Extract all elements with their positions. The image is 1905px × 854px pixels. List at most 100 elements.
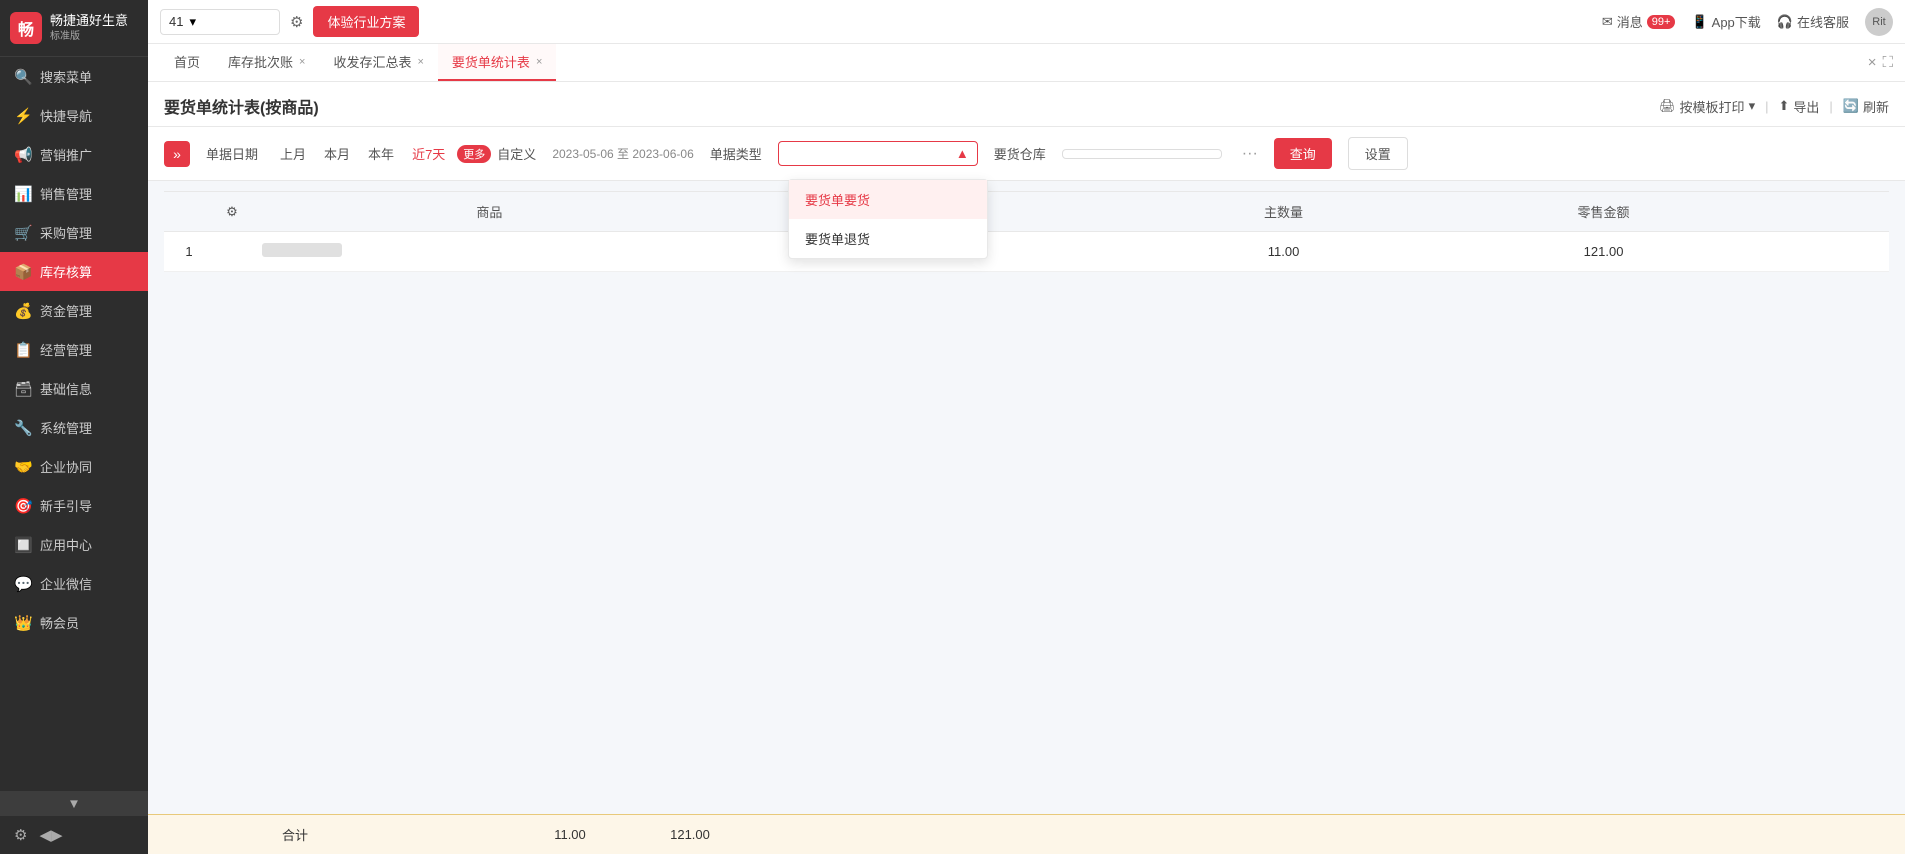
topbar: 41 ▾ ⚙ 体验行业方案 ✉ 消息 99+ 📱 App下载 🎧 在线客服 Ri… [148, 0, 1905, 44]
sidebar-item-label: 应用中心 [40, 535, 92, 554]
date-last7days-btn[interactable]: 近7天 [406, 142, 451, 165]
tab-summary[interactable]: 收发存汇总表 × [319, 44, 437, 81]
dropdown-option-order-goods[interactable]: 要货单要货 [789, 180, 987, 219]
col-header-settings: ⚙ [214, 192, 250, 232]
wechat-icon: 💬 [14, 575, 32, 593]
footer-amount: 121.00 [630, 827, 750, 842]
warehouse-label: 要货仓库 [994, 144, 1046, 163]
guide-icon: 🎯 [14, 497, 32, 515]
sidebar-item-label: 基础信息 [40, 379, 92, 398]
date-custom-btn[interactable]: 自定义 [497, 144, 536, 163]
filter-more-btn[interactable]: ··· [1242, 145, 1258, 163]
sidebar-item-apps[interactable]: 🔲应用中心 [0, 525, 148, 564]
sidebar-item-label: 快捷导航 [40, 106, 92, 125]
tab-batch[interactable]: 库存批次账 × [214, 44, 319, 81]
sidebar-item-operation[interactable]: 📋经营管理 [0, 330, 148, 369]
sidebar-item-label: 企业微信 [40, 574, 92, 593]
col-header-amount: 零售金额 [1429, 192, 1779, 232]
filter-settings-btn[interactable]: 设置 [1348, 137, 1408, 170]
sidebar-item-label: 经营管理 [40, 340, 92, 359]
dropdown-option-order-return[interactable]: 要货单退货 [789, 219, 987, 258]
filter-expand-btn[interactable]: » [164, 141, 190, 167]
sidebar-item-purchase[interactable]: 🛒采购管理 [0, 213, 148, 252]
main-content: 41 ▾ ⚙ 体验行业方案 ✉ 消息 99+ 📱 App下载 🎧 在线客服 Ri… [148, 0, 1905, 854]
expand-tabs-btn[interactable]: ⛶ [1882, 54, 1893, 71]
table-row: 1 块 11.00 121.00 [164, 232, 1889, 272]
vip-icon: 👑 [14, 614, 32, 632]
sidebar-item-vip[interactable]: 👑 畅会员 [0, 603, 148, 642]
page-title: 要货单统计表(按商品) [164, 94, 319, 118]
page-header: 要货单统计表(按商品) 🖨 按模板打印 ▾ | ⬆ 导出 | 🔄 刷新 [148, 82, 1905, 127]
sidebar-item-system[interactable]: 🔧系统管理 [0, 408, 148, 447]
app-download-item[interactable]: 📱 App下载 [1691, 12, 1760, 31]
sidebar-item-label: 新手引导 [40, 496, 92, 515]
sidebar-item-guide[interactable]: 🎯 新手引导 [0, 486, 148, 525]
finance-icon: 💰 [14, 302, 32, 320]
close-tab-summary[interactable]: × [417, 56, 423, 68]
sidebar-item-finance[interactable]: 💰资金管理 [0, 291, 148, 330]
col-header-qty: 主数量 [1139, 192, 1429, 232]
purchase-icon: 🛒 [14, 224, 32, 242]
date-group: 上月 本月 本年 近7天 更多 自定义 [274, 142, 536, 165]
tab-label-batch: 库存批次账 [228, 52, 293, 71]
close-tab-batch[interactable]: × [299, 56, 305, 68]
sidebar: 畅 畅捷通好生意 标准版 🔍 搜索菜单 ⚡ 快捷导航 📢营销推广 📊 销售管理 🛒采购管理… [0, 0, 148, 854]
sidebar-item-label: 企业协同 [40, 457, 92, 476]
refresh-btn[interactable]: 🔄 刷新 [1843, 97, 1889, 116]
col-header-product: 商品 [250, 192, 729, 232]
sidebar-item-label: 营销推广 [40, 145, 92, 164]
print-icon: 🖨 [1659, 98, 1676, 114]
sidebar-item-wechat[interactable]: 💬 企业微信 [0, 564, 148, 603]
sidebar-item-marketing[interactable]: 📢营销推广 [0, 135, 148, 174]
sidebar-item-label: 畅会员 [40, 613, 79, 632]
logo-icon: 畅 [10, 12, 42, 44]
topbar-right: ✉ 消息 99+ 📱 App下载 🎧 在线客服 Rit [1602, 8, 1893, 36]
table-settings-icon[interactable]: ⚙ [226, 204, 238, 219]
collapse-icon[interactable]: ◀▶ [39, 826, 62, 844]
company-selector[interactable]: 41 ▾ [160, 9, 280, 35]
sidebar-item-corp[interactable]: 🤝企业协同 [0, 447, 148, 486]
print-template-btn[interactable]: 🖨 按模板打印 ▾ [1659, 97, 1755, 116]
messages-item[interactable]: ✉ 消息 99+ [1602, 12, 1676, 31]
date-this-month-btn[interactable]: 本月 [318, 142, 356, 165]
export-btn[interactable]: ⬆ 导出 [1778, 97, 1819, 116]
quicknav-icon: ⚡ [14, 107, 32, 125]
trial-btn[interactable]: 体验行业方案 [313, 6, 419, 37]
sidebar-item-inventory[interactable]: 📦库存核算 [0, 252, 148, 291]
dropdown-arrow-icon: ▾ [1749, 98, 1756, 114]
sidebar-item-label: 销售管理 [40, 184, 92, 203]
date-this-year-btn[interactable]: 本年 [362, 142, 400, 165]
message-icon: ✉ [1602, 14, 1613, 30]
inventory-icon: 📦 [14, 263, 32, 281]
tab-home[interactable]: 首页 [160, 44, 214, 81]
tabs-container: 首页库存批次账 ×收发存汇总表 ×要货单统计表 × [160, 44, 556, 81]
cell-product [250, 232, 729, 272]
sidebar-item-sales[interactable]: 📊 销售管理 [0, 174, 148, 213]
settings-icon[interactable]: ⚙ [14, 826, 27, 844]
sidebar-scroll-down[interactable]: ▼ [0, 791, 148, 815]
filter-bar: » 单据日期 上月 本月 本年 近7天 更多 自定义 2023-05-06 至 … [148, 127, 1905, 181]
sidebar-search[interactable]: 🔍 搜索菜单 [0, 57, 148, 96]
online-service-item[interactable]: 🎧 在线客服 [1777, 12, 1849, 31]
sidebar-item-quicknav[interactable]: ⚡ 快捷导航 [0, 96, 148, 135]
close-all-tabs-btn[interactable]: × [1868, 54, 1877, 71]
date-last-month-btn[interactable]: 上月 [274, 142, 312, 165]
query-btn[interactable]: 查询 [1274, 138, 1332, 169]
table-area: ⚙ 商品 主计量单位 主数量 零售金额 1 [148, 181, 1905, 814]
actions-divider2: | [1829, 99, 1832, 114]
tab-label-summary: 收发存汇总表 [333, 52, 411, 71]
tab-order-stat[interactable]: 要货单统计表 × [438, 44, 556, 81]
sales-icon: 📊 [14, 185, 32, 203]
warehouse-input[interactable] [1062, 149, 1222, 159]
col-header-extra [1779, 192, 1890, 232]
product-placeholder [262, 243, 342, 257]
headset-icon: 🎧 [1777, 14, 1793, 30]
sidebar-logo: 畅 畅捷通好生意 标准版 [0, 0, 148, 57]
close-tab-order-stat[interactable]: × [536, 56, 542, 68]
sidebar-nav: ⚡ 快捷导航 📢营销推广 📊 销售管理 🛒采购管理📦库存核算💰资金管理📋经营管理🗃基础信息… [0, 96, 148, 791]
sidebar-item-basic[interactable]: 🗃基础信息 [0, 369, 148, 408]
user-avatar[interactable]: Rit [1865, 8, 1893, 36]
date-more-tag[interactable]: 更多 [457, 145, 491, 163]
type-select[interactable]: ▲ [778, 141, 978, 166]
topbar-gear-icon[interactable]: ⚙ [290, 13, 303, 31]
